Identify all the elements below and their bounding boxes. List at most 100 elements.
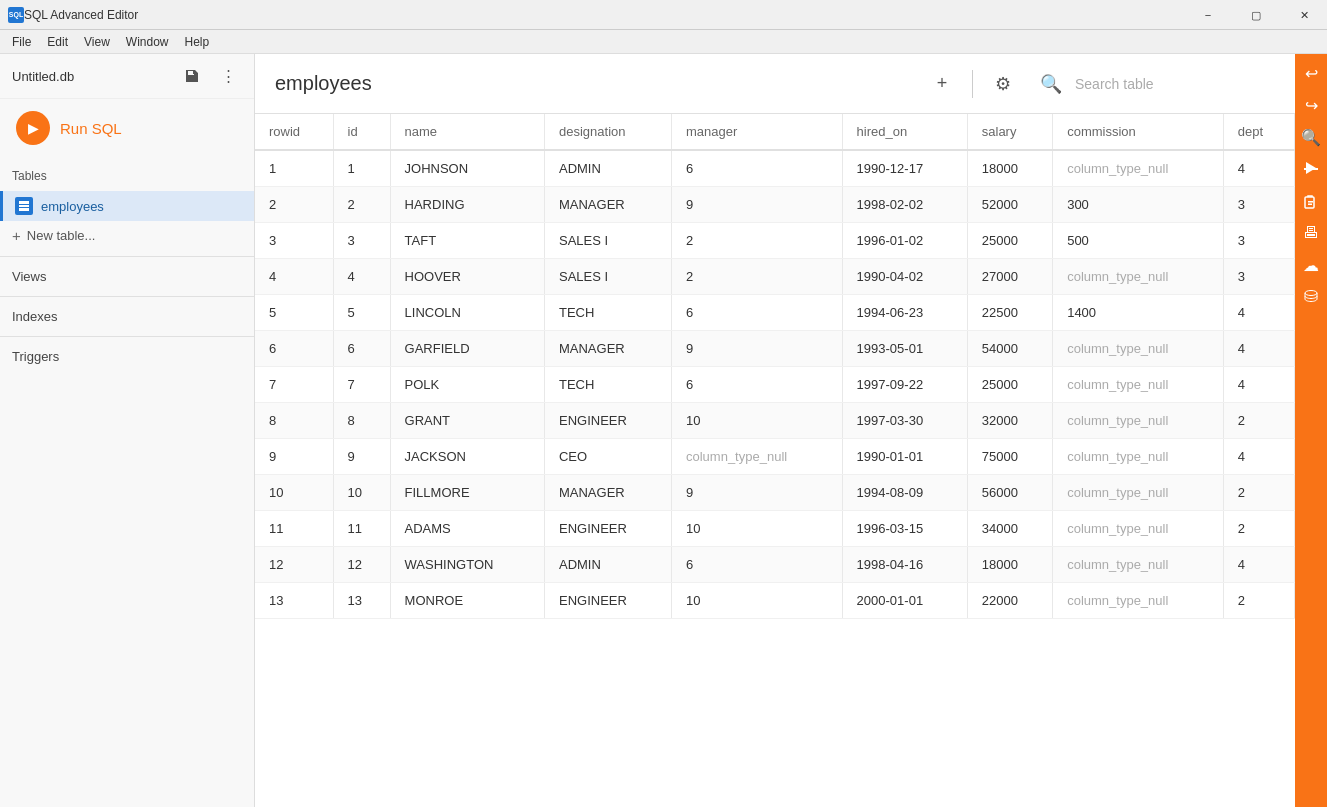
cell-manager[interactable]: 6 — [671, 295, 842, 331]
cell-dept[interactable]: 3 — [1223, 223, 1294, 259]
data-table-wrapper[interactable]: rowid id name designation manager hired_… — [255, 114, 1295, 807]
paste-button[interactable] — [1296, 186, 1326, 216]
cell-rowid[interactable]: 10 — [255, 475, 333, 511]
table-row[interactable]: 1010FILLMOREMANAGER91994-08-0956000colum… — [255, 475, 1295, 511]
sidebar-item-views[interactable]: Views — [0, 263, 254, 290]
search-input[interactable] — [1075, 76, 1275, 92]
cell-rowid[interactable]: 12 — [255, 547, 333, 583]
cell-name[interactable]: LINCOLN — [390, 295, 544, 331]
cell-rowid[interactable]: 2 — [255, 187, 333, 223]
close-button[interactable]: ✕ — [1281, 0, 1327, 30]
cell-dept[interactable]: 2 — [1223, 475, 1294, 511]
cell-manager[interactable]: 9 — [671, 331, 842, 367]
cell-commission[interactable]: column_type_null — [1053, 367, 1224, 403]
cell-hired_on[interactable]: 1996-01-02 — [842, 223, 967, 259]
cell-salary[interactable]: 27000 — [967, 259, 1052, 295]
cell-rowid[interactable]: 4 — [255, 259, 333, 295]
add-table-row[interactable]: + New table... — [0, 221, 254, 250]
cell-id[interactable]: 11 — [333, 511, 390, 547]
cell-dept[interactable]: 4 — [1223, 547, 1294, 583]
cell-commission[interactable]: column_type_null — [1053, 583, 1224, 619]
cell-dept[interactable]: 2 — [1223, 403, 1294, 439]
cell-dept[interactable]: 2 — [1223, 583, 1294, 619]
cell-id[interactable]: 6 — [333, 331, 390, 367]
table-row[interactable]: 77POLKTECH61997-09-2225000column_type_nu… — [255, 367, 1295, 403]
cell-manager[interactable]: 6 — [671, 367, 842, 403]
cell-salary[interactable]: 56000 — [967, 475, 1052, 511]
database-button[interactable] — [1296, 282, 1326, 312]
cell-commission[interactable]: column_type_null — [1053, 439, 1224, 475]
cell-hired_on[interactable]: 2000-01-01 — [842, 583, 967, 619]
upload-button[interactable]: ☁ — [1296, 250, 1326, 280]
cell-designation[interactable]: MANAGER — [544, 187, 671, 223]
cell-designation[interactable]: ENGINEER — [544, 583, 671, 619]
cell-rowid[interactable]: 13 — [255, 583, 333, 619]
cell-salary[interactable]: 25000 — [967, 223, 1052, 259]
sidebar-item-triggers[interactable]: Triggers — [0, 343, 254, 370]
cell-commission[interactable]: column_type_null — [1053, 150, 1224, 187]
menu-window[interactable]: Window — [118, 33, 177, 51]
cell-hired_on[interactable]: 1994-08-09 — [842, 475, 967, 511]
settings-button[interactable]: ⚙ — [985, 66, 1021, 102]
cell-rowid[interactable]: 5 — [255, 295, 333, 331]
cell-dept[interactable]: 3 — [1223, 259, 1294, 295]
cell-id[interactable]: 5 — [333, 295, 390, 331]
cell-manager[interactable]: 2 — [671, 223, 842, 259]
sidebar-item-employees[interactable]: employees — [0, 191, 254, 221]
cell-hired_on[interactable]: 1994-06-23 — [842, 295, 967, 331]
cell-salary[interactable]: 52000 — [967, 187, 1052, 223]
cell-designation[interactable]: SALES I — [544, 223, 671, 259]
table-row[interactable]: 66GARFIELDMANAGER91993-05-0154000column_… — [255, 331, 1295, 367]
print-button[interactable]: 🖶 — [1296, 218, 1326, 248]
cell-salary[interactable]: 54000 — [967, 331, 1052, 367]
cell-designation[interactable]: TECH — [544, 295, 671, 331]
cell-name[interactable]: GARFIELD — [390, 331, 544, 367]
cell-commission[interactable]: 1400 — [1053, 295, 1224, 331]
table-row[interactable]: 55LINCOLNTECH61994-06-232250014004 — [255, 295, 1295, 331]
cell-designation[interactable]: MANAGER — [544, 331, 671, 367]
cell-salary[interactable]: 18000 — [967, 150, 1052, 187]
cell-rowid[interactable]: 8 — [255, 403, 333, 439]
cell-name[interactable]: GRANT — [390, 403, 544, 439]
table-row[interactable]: 88GRANTENGINEER101997-03-3032000column_t… — [255, 403, 1295, 439]
table-row[interactable]: 1111ADAMSENGINEER101996-03-1534000column… — [255, 511, 1295, 547]
cell-dept[interactable]: 4 — [1223, 150, 1294, 187]
cell-name[interactable]: JACKSON — [390, 439, 544, 475]
cell-rowid[interactable]: 11 — [255, 511, 333, 547]
cell-name[interactable]: HARDING — [390, 187, 544, 223]
cell-hired_on[interactable]: 1998-02-02 — [842, 187, 967, 223]
cell-salary[interactable]: 18000 — [967, 547, 1052, 583]
cell-manager[interactable]: 6 — [671, 547, 842, 583]
cell-name[interactable]: ADAMS — [390, 511, 544, 547]
cell-id[interactable]: 2 — [333, 187, 390, 223]
cell-name[interactable]: MONROE — [390, 583, 544, 619]
cell-id[interactable]: 4 — [333, 259, 390, 295]
cell-id[interactable]: 10 — [333, 475, 390, 511]
cell-dept[interactable]: 2 — [1223, 511, 1294, 547]
cell-rowid[interactable]: 7 — [255, 367, 333, 403]
add-row-button[interactable]: + — [924, 66, 960, 102]
zoom-search-button[interactable]: 🔍 — [1296, 122, 1326, 152]
maximize-button[interactable]: ▢ — [1233, 0, 1279, 30]
menu-file[interactable]: File — [4, 33, 39, 51]
cell-commission[interactable]: 300 — [1053, 187, 1224, 223]
cell-manager[interactable]: 9 — [671, 475, 842, 511]
cell-rowid[interactable]: 6 — [255, 331, 333, 367]
cell-salary[interactable]: 34000 — [967, 511, 1052, 547]
cell-salary[interactable]: 22500 — [967, 295, 1052, 331]
cell-commission[interactable]: column_type_null — [1053, 475, 1224, 511]
cell-designation[interactable]: SALES I — [544, 259, 671, 295]
table-row[interactable]: 33TAFTSALES I21996-01-02250005003 — [255, 223, 1295, 259]
cell-dept[interactable]: 4 — [1223, 367, 1294, 403]
cell-name[interactable]: POLK — [390, 367, 544, 403]
menu-edit[interactable]: Edit — [39, 33, 76, 51]
table-row[interactable]: 1212WASHINGTONADMIN61998-04-1618000colum… — [255, 547, 1295, 583]
cell-salary[interactable]: 75000 — [967, 439, 1052, 475]
table-row[interactable]: 22HARDINGMANAGER91998-02-02520003003 — [255, 187, 1295, 223]
undo-button[interactable]: ↩ — [1296, 58, 1326, 88]
cell-dept[interactable]: 4 — [1223, 439, 1294, 475]
cell-designation[interactable]: ENGINEER — [544, 403, 671, 439]
sidebar-item-indexes[interactable]: Indexes — [0, 303, 254, 330]
more-options-button[interactable]: ⋮ — [214, 62, 242, 90]
cut-button[interactable] — [1296, 154, 1326, 184]
